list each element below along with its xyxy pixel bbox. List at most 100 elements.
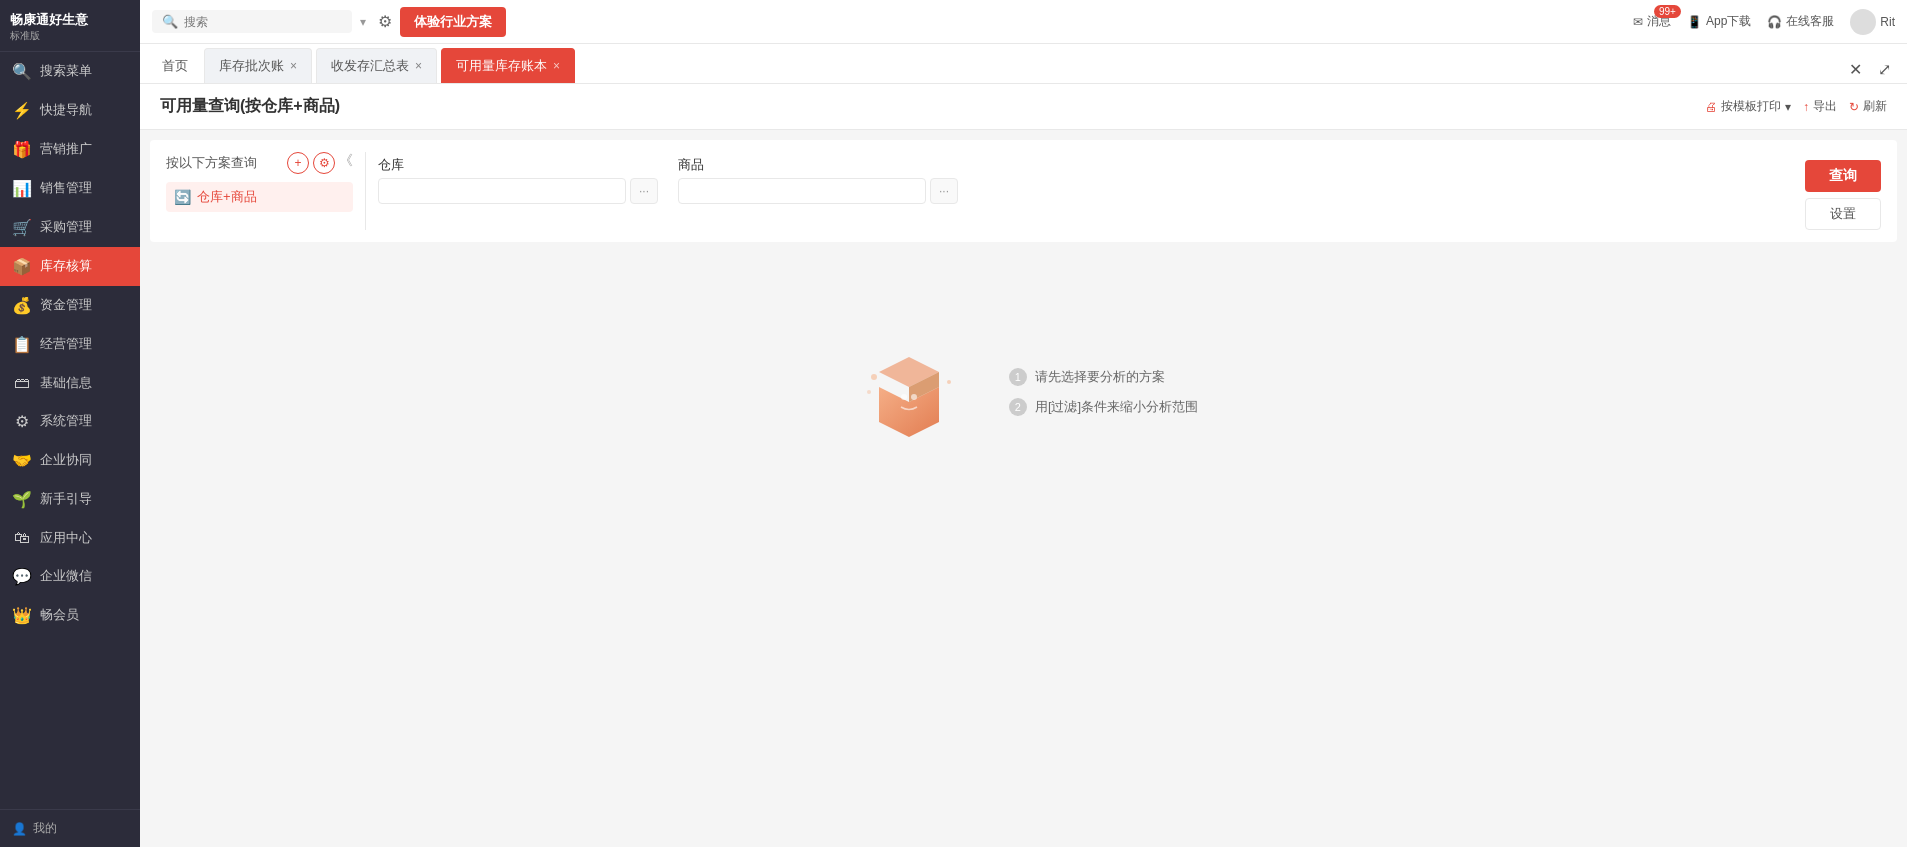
app-download-label: App下载 <box>1706 13 1751 30</box>
svg-point-6 <box>867 390 871 394</box>
tab-summary[interactable]: 收发存汇总表 × <box>316 48 437 83</box>
topbar: 🔍 ▾ ⚙ 体验行业方案 ✉ 消息 99+ 📱 App下载 🎧 在线客服 Rit <box>140 0 1907 44</box>
goods-more-button[interactable]: ··· <box>930 178 958 204</box>
logo-sub: 标准版 <box>10 29 130 43</box>
empty-content: 1 请先选择要分析的方案 2 用[过滤]条件来缩小分析范围 <box>849 332 1198 452</box>
sidebar-item-basic[interactable]: 🗃 基础信息 <box>0 364 140 402</box>
scheme-item-warehouse-goods[interactable]: 🔄 仓库+商品 <box>166 182 353 212</box>
print-chevron-icon: ▾ <box>1785 100 1791 114</box>
refresh-label: 刷新 <box>1863 98 1887 115</box>
filter-scheme-label: 按以下方案查询 <box>166 154 257 172</box>
export-icon: ↑ <box>1803 100 1809 114</box>
system-icon: ⚙ <box>12 412 32 431</box>
sidebar-logo: 畅康通好生意 标准版 <box>0 0 140 52</box>
sidebar-label-basic: 基础信息 <box>40 374 92 392</box>
sidebar-bottom-icon: 👤 <box>12 822 27 836</box>
sidebar-item-wechat[interactable]: 💬 企业微信 <box>0 557 140 596</box>
sidebar-item-appstore[interactable]: 🛍 应用中心 <box>0 519 140 557</box>
svg-point-7 <box>947 380 951 384</box>
svg-point-3 <box>901 394 907 400</box>
sidebar-item-member[interactable]: 👑 畅会员 <box>0 596 140 635</box>
message-icon: ✉ <box>1633 15 1643 29</box>
warehouse-input[interactable] <box>378 178 626 204</box>
add-scheme-button[interactable]: + <box>287 152 309 174</box>
settings-button[interactable]: 设置 <box>1805 198 1881 230</box>
warehouse-label: 仓库 <box>378 156 658 174</box>
topbar-search-box[interactable]: 🔍 <box>152 10 352 33</box>
warehouse-more-button[interactable]: ··· <box>630 178 658 204</box>
sidebar-item-search[interactable]: 🔍 搜索菜单 <box>0 52 140 91</box>
operation-icon: 📋 <box>12 335 32 354</box>
sidebar-item-finance[interactable]: 💰 资金管理 <box>0 286 140 325</box>
sidebar-label-wechat: 企业微信 <box>40 567 92 585</box>
empty-state: 1 请先选择要分析的方案 2 用[过滤]条件来缩小分析范围 <box>140 252 1907 532</box>
collapse-icon[interactable]: 《 <box>339 152 353 174</box>
filter-action-col: 查询 设置 <box>1805 156 1881 230</box>
app-download-button[interactable]: 📱 App下载 <box>1687 13 1751 30</box>
tab-available[interactable]: 可用量库存账本 × <box>441 48 575 83</box>
tab-home-label: 首页 <box>162 57 188 75</box>
filter-fields: 仓库 ··· 商品 ··· 查询 设置 <box>378 152 1881 230</box>
newbie-icon: 🌱 <box>12 490 32 509</box>
chevron-down-icon[interactable]: ▾ <box>360 15 366 29</box>
print-button[interactable]: 🖨 按模板打印 ▾ <box>1705 98 1791 115</box>
sidebar-bottom-label: 我的 <box>33 820 57 837</box>
basic-icon: 🗃 <box>12 374 32 392</box>
appstore-icon: 🛍 <box>12 529 32 547</box>
tip-num-2: 2 <box>1009 398 1027 416</box>
page-actions: 🖨 按模板打印 ▾ ↑ 导出 ↻ 刷新 <box>1705 98 1887 115</box>
gear-icon[interactable]: ⚙ <box>378 12 392 31</box>
sidebar-item-enterprise[interactable]: 🤝 企业协同 <box>0 441 140 480</box>
sidebar-item-purchase[interactable]: 🛒 采购管理 <box>0 208 140 247</box>
trial-button[interactable]: 体验行业方案 <box>400 7 506 37</box>
tab-available-close[interactable]: × <box>553 59 560 73</box>
query-button[interactable]: 查询 <box>1805 160 1881 192</box>
sidebar-label-system: 系统管理 <box>40 412 92 430</box>
sidebar-label-member: 畅会员 <box>40 606 79 624</box>
user-menu[interactable]: Rit <box>1850 9 1895 35</box>
content-area: 可用量查询(按仓库+商品) 🖨 按模板打印 ▾ ↑ 导出 ↻ 刷新 <box>140 84 1907 847</box>
sidebar-item-marketing[interactable]: 🎁 营销推广 <box>0 130 140 169</box>
shortcut-icon: ⚡ <box>12 101 32 120</box>
wechat-icon: 💬 <box>12 567 32 586</box>
empty-tip-2: 2 用[过滤]条件来缩小分析范围 <box>1009 398 1198 416</box>
goods-input[interactable] <box>678 178 926 204</box>
close-tab-button[interactable]: ✕ <box>1843 56 1868 83</box>
search-icon: 🔍 <box>12 62 32 81</box>
empty-tip-1: 1 请先选择要分析的方案 <box>1009 368 1198 386</box>
filter-scheme-actions: + ⚙ 《 <box>287 152 353 174</box>
marketing-icon: 🎁 <box>12 140 32 159</box>
message-button[interactable]: ✉ 消息 99+ <box>1633 13 1671 30</box>
sidebar-item-system[interactable]: ⚙ 系统管理 <box>0 402 140 441</box>
tab-batch-close[interactable]: × <box>290 59 297 73</box>
search-input[interactable] <box>184 15 324 29</box>
sidebar-label-sales: 销售管理 <box>40 179 92 197</box>
sidebar-item-shortcut[interactable]: ⚡ 快捷导航 <box>0 91 140 130</box>
topbar-actions: ✉ 消息 99+ 📱 App下载 🎧 在线客服 Rit <box>1633 9 1895 35</box>
print-icon: 🖨 <box>1705 100 1717 114</box>
settings-scheme-button[interactable]: ⚙ <box>313 152 335 174</box>
sidebar-item-inventory[interactable]: 📦 库存核算 <box>0 247 140 286</box>
sidebar-item-operation[interactable]: 📋 经营管理 <box>0 325 140 364</box>
tab-batch[interactable]: 库存批次账 × <box>204 48 312 83</box>
tab-home[interactable]: 首页 <box>150 49 200 83</box>
inventory-icon: 📦 <box>12 257 32 276</box>
online-service-button[interactable]: 🎧 在线客服 <box>1767 13 1834 30</box>
tab-summary-close[interactable]: × <box>415 59 422 73</box>
refresh-button[interactable]: ↻ 刷新 <box>1849 98 1887 115</box>
purchase-icon: 🛒 <box>12 218 32 237</box>
export-button[interactable]: ↑ 导出 <box>1803 98 1837 115</box>
username: Rit <box>1880 15 1895 29</box>
expand-button[interactable]: ⤢ <box>1872 56 1897 83</box>
sidebar-item-sales[interactable]: 📊 销售管理 <box>0 169 140 208</box>
online-service-label: 在线客服 <box>1786 13 1834 30</box>
filter-scheme-header: 按以下方案查询 + ⚙ 《 <box>166 152 353 174</box>
sidebar-bottom: 👤 我的 <box>0 809 140 847</box>
goods-label: 商品 <box>678 156 958 174</box>
member-icon: 👑 <box>12 606 32 625</box>
message-badge: 99+ <box>1654 5 1681 18</box>
sidebar-label-shortcut: 快捷导航 <box>40 101 92 119</box>
refresh-icon: ↻ <box>1849 100 1859 114</box>
headset-icon: 🎧 <box>1767 15 1782 29</box>
sidebar-item-newbie[interactable]: 🌱 新手引导 <box>0 480 140 519</box>
